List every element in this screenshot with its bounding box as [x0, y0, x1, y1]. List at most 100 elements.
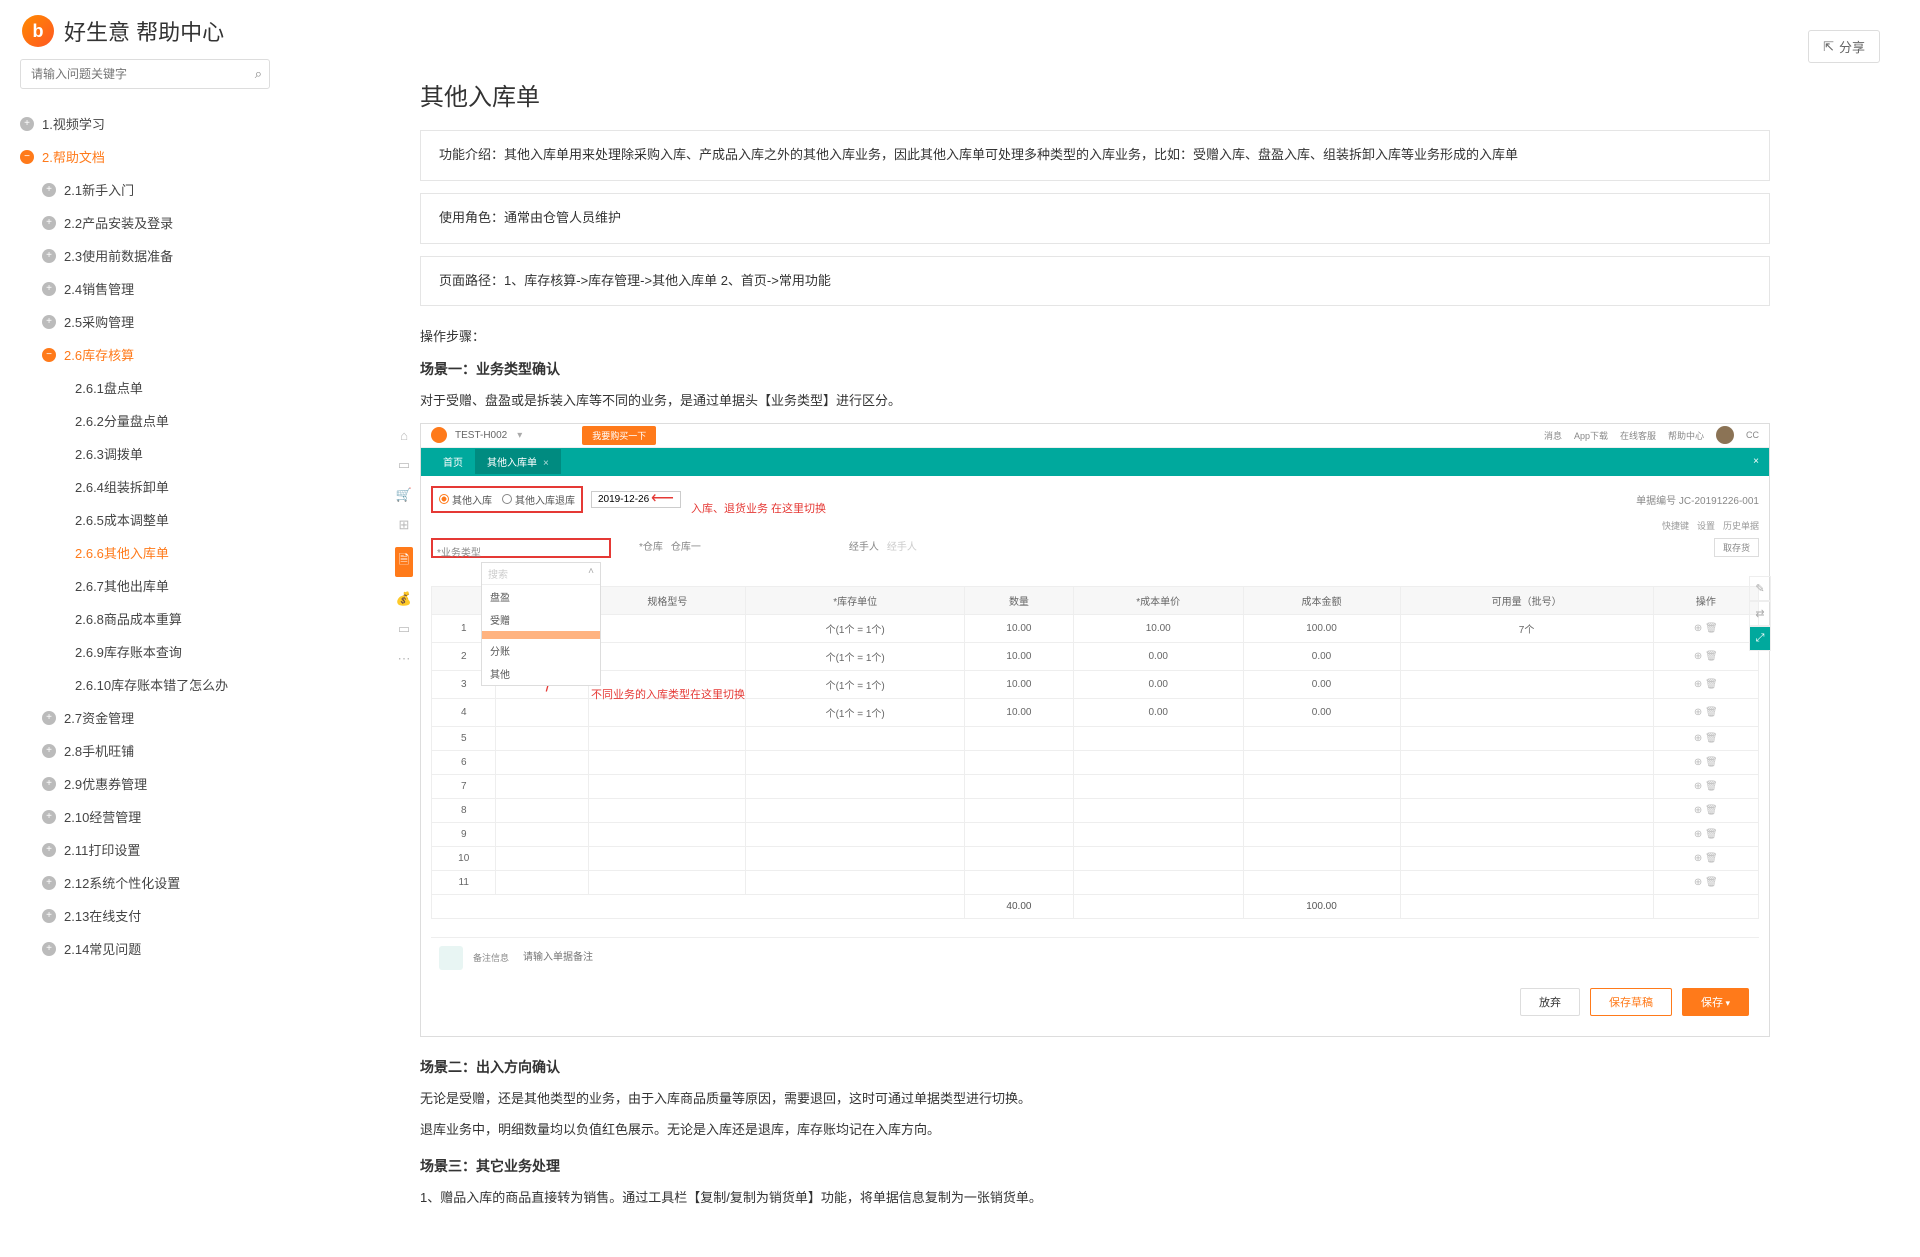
- role-box: 使用角色：通常由仓管人员维护: [420, 193, 1770, 244]
- ss-table: 商品规格型号*库存单位数量*成本单价成本金额可用量（批号）操作 1个(1个 = …: [431, 586, 1759, 919]
- drop-opt: 盘盈: [482, 585, 600, 608]
- drop-opt: 受赠: [482, 608, 600, 631]
- wallet-icon: 💰: [396, 591, 412, 607]
- arrow-icon: ⟵: [651, 488, 674, 508]
- op-label: 经手人: [849, 538, 879, 553]
- nav-2-12[interactable]: +2.12系统个性化设置: [20, 866, 270, 899]
- plus-icon: +: [42, 183, 56, 197]
- share-label: 分享: [1839, 37, 1865, 56]
- nav-2-4[interactable]: +2.4销售管理: [20, 272, 270, 305]
- ss-right-rail: ✎ ⇄ ⤢: [1749, 576, 1771, 651]
- plus-icon: +: [42, 843, 56, 857]
- more-icon: ⋯: [398, 651, 411, 667]
- minus-icon: −: [20, 150, 34, 164]
- nav-2-6-5[interactable]: 2.6.5成本调整单: [20, 503, 270, 536]
- app-title: 好生意 帮助中心: [64, 15, 224, 47]
- total-qty: 40.00: [964, 894, 1073, 918]
- intro-text: 其他入库单用来处理除采购入库、产成品入库之外的其他入库业务，因此其他入库单可处理…: [504, 147, 1518, 162]
- save-button: 保存: [1682, 988, 1749, 1016]
- screenshot-1: ⌂ ▭ 🛒 ⊞ 🗎 💰 ▭ ⋯ TEST-H002 ▾ 我要购买一下 消息 Ap…: [420, 423, 1770, 1037]
- nav-2-6-3[interactable]: 2.6.3调拨单: [20, 437, 270, 470]
- nav-2-14[interactable]: +2.14常见问题: [20, 932, 270, 965]
- scene3-text: 1、赠品入库的商品直接转为销售。通过工具栏【复制/复制为销货单】功能，将单据信息…: [420, 1186, 1770, 1209]
- ss-tab-doc: 其他入库单×: [475, 449, 561, 474]
- nav-2-13[interactable]: +2.13在线支付: [20, 899, 270, 932]
- nav-2-6-2[interactable]: 2.6.2分量盘点单: [20, 404, 270, 437]
- drop-opt-selected: [482, 631, 600, 639]
- ss-logo-icon: [431, 427, 447, 443]
- nav-2-8[interactable]: +2.8手机旺铺: [20, 734, 270, 767]
- ss-topbar: TEST-H002 ▾ 我要购买一下 消息 App下载 在线客服 帮助中心 CC: [421, 424, 1769, 448]
- plus-icon: +: [20, 117, 34, 131]
- annotation-1: 入库、退货业务 在这里切换: [691, 500, 826, 516]
- ss-remark: 备注信息: [431, 937, 1759, 978]
- home-icon: ⌂: [400, 428, 408, 443]
- scene2-text2: 退库业务中，明细数量均以负值红色展示。无论是入库还是退库，库存账均记在入库方向。: [420, 1118, 1770, 1141]
- nav-2-5[interactable]: +2.5采购管理: [20, 305, 270, 338]
- ss-account: TEST-H002: [455, 430, 507, 441]
- role-label: 使用角色：: [439, 210, 504, 225]
- remark-input: [519, 948, 1751, 967]
- path-text: 1、库存核算->库存管理->其他入库单 2、首页->常用功能: [504, 273, 831, 288]
- ss-link-svc: 在线客服: [1620, 429, 1656, 442]
- annotation-2: 不同业务的入库类型在这里切换: [591, 686, 745, 702]
- ss-link-app: App下载: [1574, 429, 1608, 442]
- nav-help-docs[interactable]: −2.帮助文档: [20, 140, 270, 173]
- remark-label: 备注信息: [473, 951, 509, 964]
- scene1-text: 对于受赠、盘盈或是拆装入库等不同的业务，是通过单据头【业务类型】进行区分。: [420, 389, 1770, 412]
- nav-2-6-1[interactable]: 2.6.1盘点单: [20, 371, 270, 404]
- plus-icon: +: [42, 942, 56, 956]
- ss-body: 其他入库 其他入库退库 ⟵ 入库、退货业务 在这里切换 单据编号 JC-2019…: [421, 476, 1769, 1036]
- plus-icon: +: [42, 315, 56, 329]
- plus-icon: +: [42, 216, 56, 230]
- intro-box: 功能介绍：其他入库单用来处理除采购入库、产成品入库之外的其他入库业务，因此其他入…: [420, 130, 1770, 181]
- app-header: b 好生意 帮助中心: [0, 0, 1920, 59]
- cart-icon: 🛒: [396, 487, 412, 503]
- biz-type-dropdown: 搜索˄ 盘盈 受赠 分账 其他: [481, 562, 601, 686]
- nav-2-6-4[interactable]: 2.6.4组装拆卸单: [20, 470, 270, 503]
- intro-label: 功能介绍：: [439, 147, 504, 162]
- scene3-heading: 场景三：其它业务处理: [420, 1156, 1770, 1176]
- annotation-box-1: 其他入库 其他入库退库: [431, 486, 583, 513]
- ss-user: CC: [1746, 430, 1759, 440]
- search-box: ⌕: [20, 59, 270, 89]
- search-icon[interactable]: ⌕: [255, 66, 262, 82]
- nav-2-1[interactable]: +2.1新手入门: [20, 173, 270, 206]
- nav-2-7[interactable]: +2.7资金管理: [20, 701, 270, 734]
- role-text: 通常由仓管人员维护: [504, 210, 621, 225]
- biz-type-label: *业务类型: [437, 548, 481, 559]
- cancel-button: 放弃: [1520, 988, 1580, 1016]
- nav-2-6-8[interactable]: 2.6.8商品成本重算: [20, 602, 270, 635]
- nav-2-6-10[interactable]: 2.6.10库存账本错了怎么办: [20, 668, 270, 701]
- nav-2-10[interactable]: +2.10经营管理: [20, 800, 270, 833]
- nav-2-6[interactable]: −2.6库存核算: [20, 338, 270, 371]
- op-placeholder: 经手人: [887, 538, 917, 553]
- nav-2-11[interactable]: +2.11打印设置: [20, 833, 270, 866]
- scene2-text1: 无论是受赠，还是其他类型的业务，由于入库商品质量等原因，需要退回，这时可通过单据…: [420, 1087, 1770, 1110]
- box-icon: ⊞: [399, 517, 410, 533]
- ss-tabs: 首页 其他入库单× ×: [421, 448, 1769, 476]
- search-input[interactable]: [20, 59, 270, 89]
- card-icon: ▭: [398, 621, 410, 637]
- nav-2-3[interactable]: +2.3使用前数据准备: [20, 239, 270, 272]
- stock-button: 取存货: [1714, 538, 1759, 557]
- logo-icon: b: [22, 15, 54, 47]
- close-icon: ×: [543, 458, 549, 469]
- radio-return: 其他入库退库: [502, 492, 575, 507]
- plus-icon: +: [42, 744, 56, 758]
- close-icon: ×: [1753, 456, 1759, 467]
- nav-2-6-6[interactable]: 2.6.6其他入库单: [20, 536, 270, 569]
- plus-icon: +: [42, 249, 56, 263]
- nav-2-6-7[interactable]: 2.6.7其他出库单: [20, 569, 270, 602]
- nav-2-9[interactable]: +2.9优惠券管理: [20, 767, 270, 800]
- total-amt: 100.00: [1243, 894, 1400, 918]
- nav-2-2[interactable]: +2.2产品安装及登录: [20, 206, 270, 239]
- avatar-icon: [1716, 426, 1734, 444]
- tool-shortcut: 快捷键: [1662, 519, 1689, 532]
- nav-video[interactable]: +1.视频学习: [20, 107, 270, 140]
- share-button[interactable]: ⇱ 分享: [1808, 30, 1880, 63]
- ss-doc-number: 单据编号 JC-20191226-001: [1636, 492, 1759, 507]
- nav-2-6-9[interactable]: 2.6.9库存账本查询: [20, 635, 270, 668]
- share-icon: ⇱: [1823, 39, 1834, 55]
- radio-in: 其他入库: [439, 492, 492, 507]
